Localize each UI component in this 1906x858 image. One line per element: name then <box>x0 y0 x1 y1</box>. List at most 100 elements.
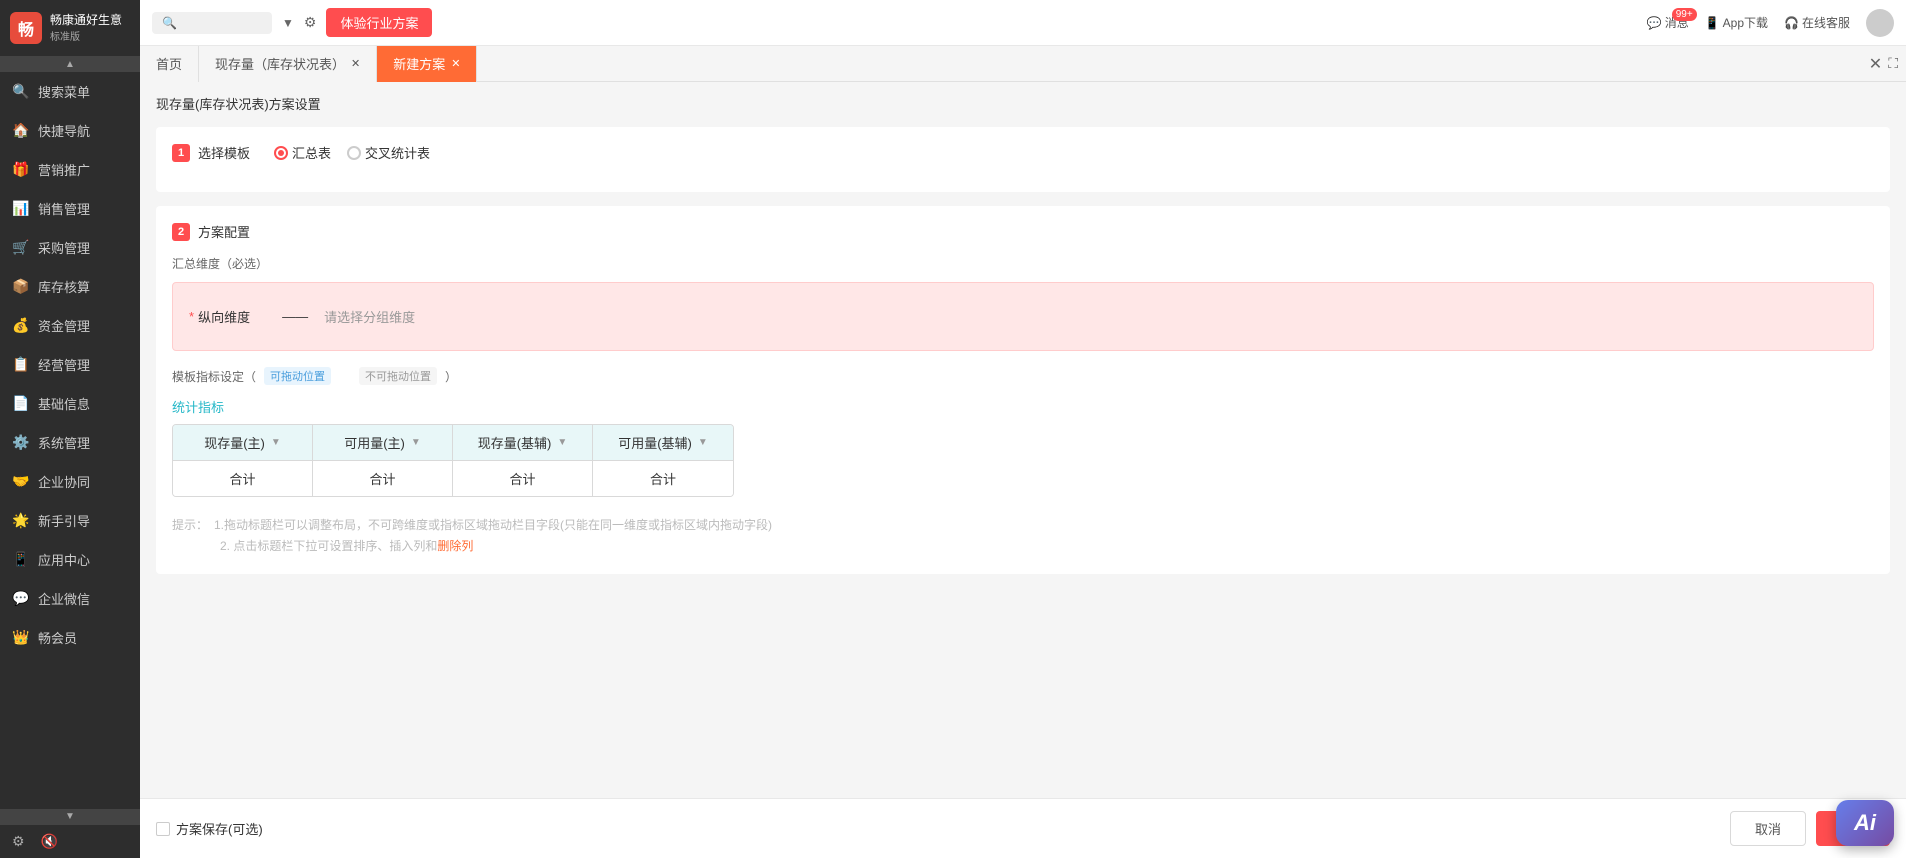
topbar-search[interactable]: 🔍 <box>152 12 272 34</box>
dimension-box[interactable]: * 纵向维度 —— 请选择分组维度 <box>172 282 1874 351</box>
new-guide-icon: 🌟 <box>12 512 30 530</box>
stats-header-label-1: 可用量(主) <box>344 433 405 452</box>
tab-inventory-label: 现存量（库存状况表） <box>215 54 345 73</box>
message-icon: 💬 <box>1647 16 1662 30</box>
stats-header-label-0: 现存量(主) <box>204 433 265 452</box>
step2-header: 2 方案配置 <box>172 222 1874 241</box>
sidebar-item-marketing[interactable]: 🎁 营销推广 <box>0 150 140 189</box>
tips-delete-link: 删除列 <box>437 539 473 553</box>
aggregate-label: 汇总维度（必选） <box>172 255 1874 272</box>
app-version: 标准版 <box>50 28 122 43</box>
app-download-icon: 📱 <box>1705 16 1720 30</box>
topbar: 🔍 ▼ ⚙ 体验行业方案 💬 消息 99+ 📱 App下载 🎧 在线客服 <box>140 0 1906 46</box>
step1-section: 1 选择模板 汇总表 交叉统计表 <box>156 127 1890 192</box>
step1-header: 1 选择模板 汇总表 交叉统计表 <box>172 143 1874 162</box>
sidebar-item-quick-nav[interactable]: 🏠 快捷导航 <box>0 111 140 150</box>
app-download-btn[interactable]: 📱 App下载 <box>1705 14 1768 31</box>
chevron-down-icon-2: ▼ <box>557 437 567 448</box>
radio-summary[interactable]: 汇总表 <box>274 143 331 162</box>
sidebar-item-label: 企业协同 <box>38 472 90 491</box>
indicator-tag-separator <box>339 368 351 385</box>
radio-summary-label: 汇总表 <box>292 143 331 162</box>
step1-title: 选择模板 <box>198 143 250 162</box>
tab-home[interactable]: 首页 <box>140 46 199 82</box>
sidebar-item-label: 经营管理 <box>38 355 90 374</box>
sidebar-item-finance[interactable]: 💰 资金管理 <box>0 306 140 345</box>
settings-icon[interactable]: ⚙ <box>12 833 25 850</box>
tab-home-label: 首页 <box>156 54 182 73</box>
sidebar-item-search-menu[interactable]: 🔍 搜索菜单 <box>0 72 140 111</box>
stats-header-col-1[interactable]: 可用量(主) ▼ <box>313 425 453 460</box>
stats-title: 统计指标 <box>172 397 1874 416</box>
service-icon: 🎧 <box>1784 16 1799 30</box>
sidebar-item-label: 资金管理 <box>38 316 90 335</box>
content-area: 现存量(库存状况表)方案设置 1 选择模板 汇总表 交叉统计表 <box>140 82 1906 798</box>
sidebar-item-app-center[interactable]: 📱 应用中心 <box>0 540 140 579</box>
stats-table: 现存量(主) ▼ 可用量(主) ▼ 现存量(基辅) ▼ <box>172 424 734 497</box>
save-option[interactable]: 方案保存(可选) <box>156 819 263 838</box>
sidebar-bottom: ⚙ 🔇 <box>0 824 140 858</box>
sidebar-item-label: 应用中心 <box>38 550 90 569</box>
message-btn[interactable]: 💬 消息 99+ <box>1647 14 1689 31</box>
sidebar-item-label: 销售管理 <box>38 199 90 218</box>
sidebar-item-label: 新手引导 <box>38 511 90 530</box>
enterprise-wechat-icon: 💬 <box>12 590 30 608</box>
tab-new-plan-close[interactable]: ✕ <box>451 57 460 70</box>
sidebar-item-system[interactable]: ⚙️ 系统管理 <box>0 423 140 462</box>
radio-cross-dot <box>347 146 361 160</box>
sidebar-item-label: 畅会员 <box>38 628 77 647</box>
plan-config: 汇总维度（必选） * 纵向维度 —— 请选择分组维度 模板指标设定（ 可拖动位置… <box>172 255 1874 554</box>
topbar-dropdown-button[interactable]: ▼ <box>282 16 294 30</box>
tabbar-actions: ✕ ⛶ <box>1869 54 1906 74</box>
sidebar-item-new-guide[interactable]: 🌟 新手引导 <box>0 501 140 540</box>
indicator-not-draggable-tag: 不可拖动位置 <box>359 367 437 385</box>
purchase-icon: 🛒 <box>12 239 30 257</box>
inventory-icon: 📦 <box>12 278 30 296</box>
sidebar-item-sales[interactable]: 📊 销售管理 <box>0 189 140 228</box>
stats-body-row-0: 合计 合计 合计 合计 <box>173 461 733 496</box>
sidebar-scroll-up[interactable]: ▲ <box>0 57 140 72</box>
sidebar-item-member[interactable]: 👑 畅会员 <box>0 618 140 657</box>
sidebar-item-operations[interactable]: 📋 经营管理 <box>0 345 140 384</box>
indicator-setting: 模板指标设定（ 可拖动位置 不可拖动位置 ） <box>172 367 1874 385</box>
sidebar-item-purchase[interactable]: 🛒 采购管理 <box>0 228 140 267</box>
stats-body-cell-0-3: 合计 <box>593 461 733 496</box>
sidebar-scroll-down[interactable]: ▼ <box>0 809 140 824</box>
tabbar-expand-icon[interactable]: ⛶ <box>1888 55 1898 72</box>
search-menu-icon: 🔍 <box>12 83 30 101</box>
search-icon: 🔍 <box>162 16 177 30</box>
radio-cross[interactable]: 交叉统计表 <box>347 143 430 162</box>
volume-icon[interactable]: 🔇 <box>41 833 58 850</box>
tabbar: 首页 现存量（库存状况表） ✕ 新建方案 ✕ ✕ ⛶ <box>140 46 1906 82</box>
topbar-right: 💬 消息 99+ 📱 App下载 🎧 在线客服 <box>1647 9 1894 37</box>
tab-inventory[interactable]: 现存量（库存状况表） ✕ <box>199 46 377 82</box>
cancel-button[interactable]: 取消 <box>1730 811 1806 846</box>
app-center-icon: 📱 <box>12 551 30 569</box>
stats-header-col-3[interactable]: 可用量(基辅) ▼ <box>593 425 733 460</box>
sidebar-item-enterprise[interactable]: 🤝 企业协同 <box>0 462 140 501</box>
sidebar-item-enterprise-wechat[interactable]: 💬 企业微信 <box>0 579 140 618</box>
tabbar-close-icon[interactable]: ✕ <box>1869 54 1882 74</box>
tab-inventory-close[interactable]: ✕ <box>351 57 360 70</box>
template-radio-group: 汇总表 交叉统计表 <box>274 143 430 162</box>
sidebar-item-inventory[interactable]: 📦 库存核算 <box>0 267 140 306</box>
online-service-btn[interactable]: 🎧 在线客服 <box>1784 14 1850 31</box>
tab-new-plan[interactable]: 新建方案 ✕ <box>377 46 477 82</box>
radio-summary-dot <box>274 146 288 160</box>
bottom-bar: 方案保存(可选) 取消 查询 <box>140 798 1906 858</box>
member-icon: 👑 <box>12 629 30 647</box>
ai-badge[interactable]: Ai <box>1836 800 1894 846</box>
sidebar-item-basic-info[interactable]: 📄 基础信息 <box>0 384 140 423</box>
stats-header-col-2[interactable]: 现存量(基辅) ▼ <box>453 425 593 460</box>
app-download-label: App下载 <box>1723 14 1768 31</box>
radio-cross-label: 交叉统计表 <box>365 143 430 162</box>
save-checkbox[interactable] <box>156 822 170 836</box>
topbar-gear-icon[interactable]: ⚙ <box>304 14 317 31</box>
stats-header-col-0[interactable]: 现存量(主) ▼ <box>173 425 313 460</box>
user-avatar[interactable] <box>1866 9 1894 37</box>
chevron-down-icon-0: ▼ <box>271 437 281 448</box>
stats-body-cell-0-2: 合计 <box>453 461 593 496</box>
dimension-placeholder: 请选择分组维度 <box>324 307 415 326</box>
stats-header-label-2: 现存量(基辅) <box>478 433 552 452</box>
trial-btn[interactable]: 体验行业方案 <box>326 8 432 37</box>
